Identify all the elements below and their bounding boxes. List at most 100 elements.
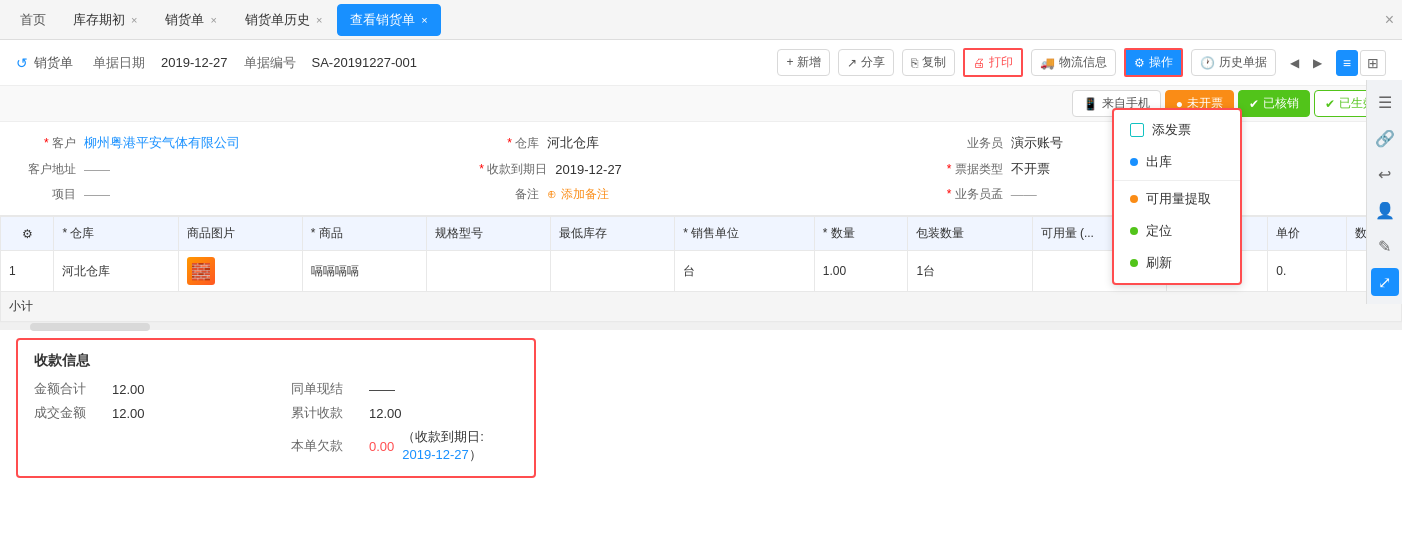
tab-bar: 首页 库存期初 × 销货单 × 销货单历史 × 查看销货单 × × bbox=[0, 0, 1402, 40]
add-button[interactable]: + 新增 bbox=[777, 49, 829, 76]
add-invoice-label: 添发票 bbox=[1152, 121, 1191, 139]
locate-item[interactable]: 定位 bbox=[1114, 215, 1240, 247]
owed-note: （收款到期日: 2019-12-27） bbox=[402, 428, 518, 464]
tab-sales-order-label: 销货单 bbox=[165, 11, 204, 29]
sidebar-link-icon[interactable]: 🔗 bbox=[1371, 124, 1399, 152]
confirm-button[interactable]: ✔ 已核销 bbox=[1238, 90, 1310, 117]
col-price: 单价 bbox=[1268, 217, 1346, 251]
same-order-row: 同单现结 —— bbox=[291, 380, 518, 398]
available-qty-icon bbox=[1130, 195, 1138, 203]
row-min-stock bbox=[551, 251, 675, 292]
row-package-qty: 1台 bbox=[908, 251, 1032, 292]
tab-inventory-close[interactable]: × bbox=[131, 14, 137, 26]
next-button[interactable]: ▶ bbox=[1307, 52, 1328, 74]
sidebar-list-icon[interactable]: ☰ bbox=[1371, 88, 1399, 116]
menu-divider bbox=[1114, 180, 1240, 181]
print-icon: 🖨 bbox=[973, 56, 985, 70]
col-product-img: 商品图片 bbox=[178, 217, 302, 251]
col-min-stock: 最低库存 bbox=[551, 217, 675, 251]
copy-icon: ⎘ bbox=[911, 56, 918, 70]
salesperson-value: 演示账号 bbox=[1011, 134, 1063, 152]
row-product-img: 🧱 bbox=[178, 251, 302, 292]
tab-home[interactable]: 首页 bbox=[8, 4, 58, 36]
project-label: 项目 bbox=[16, 186, 76, 203]
cumulative-row: 累计收款 12.00 bbox=[291, 404, 518, 422]
copy-label: 复制 bbox=[922, 54, 946, 71]
logistics-button[interactable]: 🚚 物流信息 bbox=[1031, 49, 1116, 76]
view-toggle: ≡ ⊞ bbox=[1336, 50, 1386, 76]
add-note-button[interactable]: ⊕ 添加备注 bbox=[547, 186, 608, 203]
list-view-button[interactable]: ≡ bbox=[1336, 50, 1358, 76]
due-date-row: 收款到期日 2019-12-27 bbox=[479, 160, 922, 178]
available-qty-label: 可用量提取 bbox=[1146, 190, 1211, 208]
tab-view-sales-close[interactable]: × bbox=[421, 14, 427, 26]
project-value: —— bbox=[84, 187, 110, 202]
tab-inventory-init[interactable]: 库存期初 × bbox=[60, 4, 150, 36]
grid-view-button[interactable]: ⊞ bbox=[1360, 50, 1386, 76]
transaction-row: 成交金额 12.00 bbox=[34, 404, 261, 422]
sidebar-user-icon[interactable]: 👤 bbox=[1371, 196, 1399, 224]
locate-label: 定位 bbox=[1146, 222, 1172, 240]
customer-row: 客户 柳州粤港平安气体有限公司 bbox=[16, 134, 459, 152]
copy-button[interactable]: ⎘ 复制 bbox=[902, 49, 955, 76]
doc-type-section: ↺ 销货单 bbox=[16, 54, 73, 72]
print-button[interactable]: 🖨 打印 bbox=[963, 48, 1023, 77]
nav-arrows: ◀ ▶ bbox=[1284, 52, 1328, 74]
sidebar-expand-icon[interactable]: ⤢ bbox=[1371, 268, 1399, 296]
sidebar-edit-icon[interactable]: ✎ bbox=[1371, 232, 1399, 260]
tab-view-sales[interactable]: 查看销货单 × bbox=[337, 4, 440, 36]
doc-type-label: 销货单 bbox=[34, 54, 73, 72]
dropdown-menu: 添发票 出库 可用量提取 定位 刷新 bbox=[1112, 108, 1242, 285]
share-button[interactable]: ↗ 分享 bbox=[838, 49, 894, 76]
same-order-value: —— bbox=[369, 382, 395, 397]
owed-row: 本单欠款 0.00 （收款到期日: 2019-12-27） bbox=[291, 428, 518, 464]
available-qty-item[interactable]: 可用量提取 bbox=[1114, 183, 1240, 215]
row-price: 0. bbox=[1268, 251, 1346, 292]
col-package-qty: 包装数量 bbox=[908, 217, 1032, 251]
right-sidebar: ☰ 🔗 ↩ 👤 ✎ ⤢ bbox=[1366, 80, 1402, 304]
history-label: 历史单据 bbox=[1219, 54, 1267, 71]
tab-inventory-label: 库存期初 bbox=[73, 11, 125, 29]
subtotal-row: 小计 bbox=[1, 292, 1402, 322]
tab-sales-order[interactable]: 销货单 × bbox=[152, 4, 229, 36]
operate-button[interactable]: ⚙ 操作 bbox=[1124, 48, 1183, 77]
tab-sales-history[interactable]: 销货单历史 × bbox=[232, 4, 335, 36]
add-invoice-item[interactable]: 添发票 bbox=[1114, 114, 1240, 146]
cumulative-value: 12.00 bbox=[369, 406, 402, 421]
date-value: 2019-12-27 bbox=[161, 55, 228, 70]
outbound-item[interactable]: 出库 bbox=[1114, 146, 1240, 178]
note-row: 备注 ⊕ 添加备注 bbox=[479, 186, 922, 203]
address-label: 客户地址 bbox=[16, 161, 76, 178]
payment-title: 收款信息 bbox=[34, 352, 518, 370]
sidebar-undo-icon[interactable]: ↩ bbox=[1371, 160, 1399, 188]
row-warehouse: 河北仓库 bbox=[54, 251, 178, 292]
doc-meta-section: 单据日期 2019-12-27 单据编号 SA-20191227-001 bbox=[93, 54, 417, 72]
customer-value[interactable]: 柳州粤港平安气体有限公司 bbox=[84, 134, 240, 152]
col-settings[interactable]: ⚙ bbox=[1, 217, 54, 251]
refresh-item[interactable]: 刷新 bbox=[1114, 247, 1240, 279]
product-image: 🧱 bbox=[187, 257, 215, 285]
prev-button[interactable]: ◀ bbox=[1284, 52, 1305, 74]
operate-icon: ⚙ bbox=[1134, 56, 1145, 70]
doc-type-icon: ↺ bbox=[16, 55, 28, 71]
row-spec bbox=[427, 251, 551, 292]
phone-icon: 📱 bbox=[1083, 97, 1098, 111]
tab-sales-history-label: 销货单历史 bbox=[245, 11, 310, 29]
doc-actions: + 新增 ↗ 分享 ⎘ 复制 🖨 打印 🚚 物流信息 ⚙ 操作 � bbox=[777, 48, 1386, 77]
outbound-label: 出库 bbox=[1146, 153, 1172, 171]
warehouse-row: 仓库 河北仓库 bbox=[479, 134, 922, 152]
tab-sales-history-close[interactable]: × bbox=[316, 14, 322, 26]
tab-sales-order-close[interactable]: × bbox=[210, 14, 216, 26]
project-row: 项目 —— bbox=[16, 186, 459, 203]
close-window-button[interactable]: × bbox=[1385, 11, 1394, 29]
salesperson2-value: —— bbox=[1011, 187, 1037, 202]
warehouse-label: 仓库 bbox=[479, 135, 539, 152]
main-content: ↺ 销货单 单据日期 2019-12-27 单据编号 SA-20191227-0… bbox=[0, 40, 1402, 533]
total-label: 金额合计 bbox=[34, 380, 104, 398]
row-index: 1 bbox=[1, 251, 54, 292]
ticket-type-label: 票据类型 bbox=[943, 161, 1003, 178]
tab-home-label: 首页 bbox=[20, 11, 46, 29]
confirm-label: 已核销 bbox=[1263, 95, 1299, 112]
history-button[interactable]: 🕐 历史单据 bbox=[1191, 49, 1276, 76]
owed-value: 0.00 bbox=[369, 439, 394, 454]
